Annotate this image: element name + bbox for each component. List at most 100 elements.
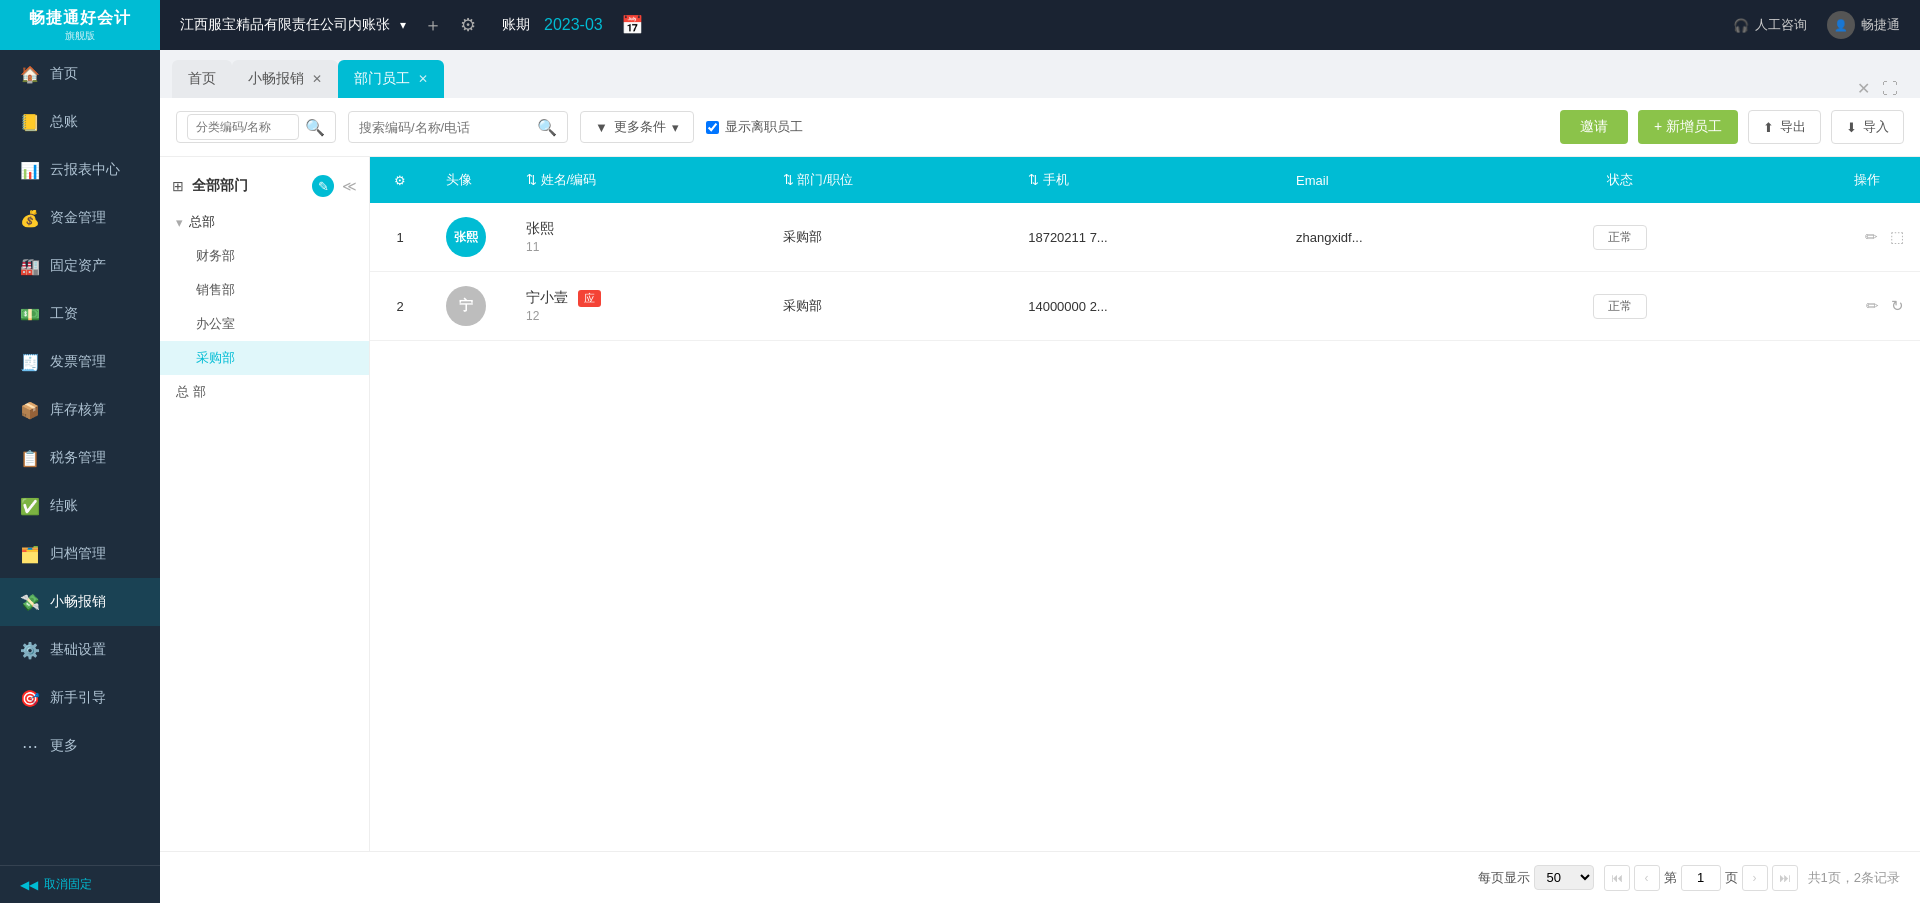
page-first-btn[interactable]: ⏮ — [1604, 865, 1630, 891]
period-value: 2023-03 — [544, 16, 603, 34]
col-actions: 操作 — [1723, 157, 1920, 203]
classification-search-input[interactable] — [187, 114, 299, 140]
col-settings-icon[interactable]: ⚙ — [394, 173, 406, 188]
show-resigned-label[interactable]: 显示离职员工 — [706, 118, 803, 136]
sidebar-item-report[interactable]: 📊 云报表中心 — [0, 146, 160, 194]
topbar: 畅捷通好会计 旗舰版 江西服宝精品有限责任公司内账张 ▾ ＋ ⚙ 账期 2023… — [0, 0, 1920, 50]
dept-child-sales[interactable]: 销售部 — [160, 273, 369, 307]
add-employee-btn[interactable]: + 新增员工 — [1638, 110, 1738, 144]
unpin-label: 取消固定 — [44, 876, 92, 893]
sidebar-item-salary[interactable]: 💵 工资 — [0, 290, 160, 338]
tab-home[interactable]: 首页 — [172, 60, 232, 98]
row1-email: zhangxidf... — [1280, 203, 1517, 272]
invite-btn[interactable]: 邀请 — [1560, 110, 1628, 144]
row2-num: 2 — [370, 272, 430, 341]
page-next-btn[interactable]: › — [1742, 865, 1768, 891]
row2-edit-btn[interactable]: ✏ — [1866, 297, 1879, 315]
sidebar-item-home[interactable]: 🏠 首页 — [0, 50, 160, 98]
row1-avatar-cell: 张熙 — [430, 203, 510, 272]
tab-expense-label: 小畅报销 — [248, 70, 304, 88]
dept-child-finance[interactable]: 财务部 — [160, 239, 369, 273]
unpin-btn[interactable]: ◀◀ 取消固定 — [0, 865, 160, 903]
row1-edit-btn[interactable]: ✏ — [1865, 228, 1878, 246]
row2-code: 12 — [526, 309, 751, 323]
employee-table-body: 1 张熙 张熙 11 采购部 — [370, 203, 1920, 341]
add-icon[interactable]: ＋ — [424, 13, 442, 37]
row2-avatar-cell: 宁 — [430, 272, 510, 341]
sidebar-item-funds[interactable]: 💰 资金管理 — [0, 194, 160, 242]
sidebar-item-guide[interactable]: 🎯 新手引导 — [0, 674, 160, 722]
tab-department[interactable]: 部门员工 ✕ — [338, 60, 444, 98]
company-dropdown-icon[interactable]: ▾ — [400, 18, 406, 32]
sidebar-item-invoice[interactable]: 🧾 发票管理 — [0, 338, 160, 386]
classification-search[interactable]: 🔍 — [176, 111, 336, 143]
sort-name-icon[interactable]: ⇅ — [526, 172, 537, 187]
table-row: 1 张熙 张熙 11 采购部 — [370, 203, 1920, 272]
sort-dept-icon[interactable]: ⇅ — [783, 172, 794, 187]
sidebar-label-report: 云报表中心 — [50, 161, 120, 179]
tab-expense[interactable]: 小畅报销 ✕ — [232, 60, 338, 98]
import-btn[interactable]: ⬇ 导入 — [1831, 110, 1904, 144]
user-menu[interactable]: 👤 畅捷通 — [1827, 11, 1900, 39]
row2-avatar: 宁 — [446, 286, 486, 326]
sidebar-label-assets: 固定资产 — [50, 257, 106, 275]
row2-name: 宁小壹 应 — [526, 289, 751, 307]
all-dept-header[interactable]: ⊞ 全部部门 ✎ ≪ — [160, 167, 369, 205]
invoice-icon: 🧾 — [20, 352, 40, 372]
row2-refresh-btn[interactable]: ↻ — [1891, 297, 1904, 315]
settings-icon[interactable]: ⚙ — [460, 14, 476, 36]
close-account-icon: ✅ — [20, 496, 40, 516]
employee-search-icon[interactable]: 🔍 — [537, 118, 557, 137]
consult-btn[interactable]: 🎧 人工咨询 — [1733, 16, 1807, 34]
inventory-icon: 📦 — [20, 400, 40, 420]
dept-collapse-icon[interactable]: ≪ — [342, 178, 357, 194]
filter-label: 更多条件 — [614, 118, 666, 136]
page-number-input[interactable] — [1681, 865, 1721, 891]
sidebar-item-archive[interactable]: 🗂️ 归档管理 — [0, 530, 160, 578]
sidebar-item-tax[interactable]: 📋 税务管理 — [0, 434, 160, 482]
export-btn[interactable]: ⬆ 导出 — [1748, 110, 1821, 144]
app-logo: 畅捷通好会计 旗舰版 — [0, 0, 160, 50]
show-resigned-checkbox[interactable] — [706, 121, 719, 134]
page-prev-btn[interactable]: ‹ — [1634, 865, 1660, 891]
col-email: Email — [1280, 157, 1517, 203]
classification-search-icon[interactable]: 🔍 — [305, 118, 325, 137]
table-header-row: ⚙ 头像 ⇅ 姓名/编码 ⇅ 部门/职位 — [370, 157, 1920, 203]
sidebar-item-more[interactable]: ⋯ 更多 — [0, 722, 160, 770]
row2-dept: 采购部 — [767, 272, 1013, 341]
avatar: 👤 — [1827, 11, 1855, 39]
tab-expense-close-icon[interactable]: ✕ — [312, 72, 322, 86]
page-last-btn[interactable]: ⏭ — [1772, 865, 1798, 891]
dept-child-purchase[interactable]: 采购部 — [160, 341, 369, 375]
calendar-icon[interactable]: 📅 — [621, 14, 643, 36]
window-expand-btn[interactable]: ⛶ — [1882, 80, 1898, 98]
window-close-btn[interactable]: ✕ — [1857, 79, 1870, 98]
sidebar-item-ledger[interactable]: 📒 总账 — [0, 98, 160, 146]
sort-phone-icon[interactable]: ⇅ — [1028, 172, 1039, 187]
sidebar-item-expense[interactable]: 💸 小畅报销 — [0, 578, 160, 626]
sidebar-item-settings[interactable]: ⚙️ 基础设置 — [0, 626, 160, 674]
row1-more-btn[interactable]: ⬚ — [1890, 228, 1904, 246]
dept-child-zongbu2[interactable]: 总 部 — [160, 375, 369, 409]
sidebar-label-more: 更多 — [50, 737, 78, 755]
page-total: 共1页，2条记录 — [1808, 869, 1900, 887]
more-filter-btn[interactable]: ▼ 更多条件 ▾ — [580, 111, 694, 143]
tab-close-area: ✕ ⛶ — [1857, 79, 1908, 98]
dept-child-office[interactable]: 办公室 — [160, 307, 369, 341]
dept-parent-zongbu[interactable]: ▾ 总部 — [160, 205, 369, 239]
row1-actions: ✏ ⬚ — [1723, 203, 1920, 272]
page-prefix: 第 — [1664, 869, 1677, 887]
page-size-label: 每页显示 — [1478, 869, 1530, 887]
assets-icon: 🏭 — [20, 256, 40, 276]
page-content: 🔍 🔍 ▼ 更多条件 ▾ 显示离职员工 邀请 — [160, 98, 1920, 903]
dept-edit-icon[interactable]: ✎ — [312, 175, 334, 197]
employee-table-area: ⚙ 头像 ⇅ 姓名/编码 ⇅ 部门/职位 — [370, 157, 1920, 851]
tab-department-close-icon[interactable]: ✕ — [418, 72, 428, 86]
sidebar-item-close[interactable]: ✅ 结账 — [0, 482, 160, 530]
sidebar-item-inventory[interactable]: 📦 库存核算 — [0, 386, 160, 434]
sidebar-item-assets[interactable]: 🏭 固定资产 — [0, 242, 160, 290]
employee-search-box[interactable]: 🔍 — [348, 111, 568, 143]
employee-search-input[interactable] — [359, 120, 531, 135]
page-size-dropdown[interactable]: 50 10 20 100 — [1534, 865, 1594, 890]
col-dept-role: ⇅ 部门/职位 — [767, 157, 1013, 203]
